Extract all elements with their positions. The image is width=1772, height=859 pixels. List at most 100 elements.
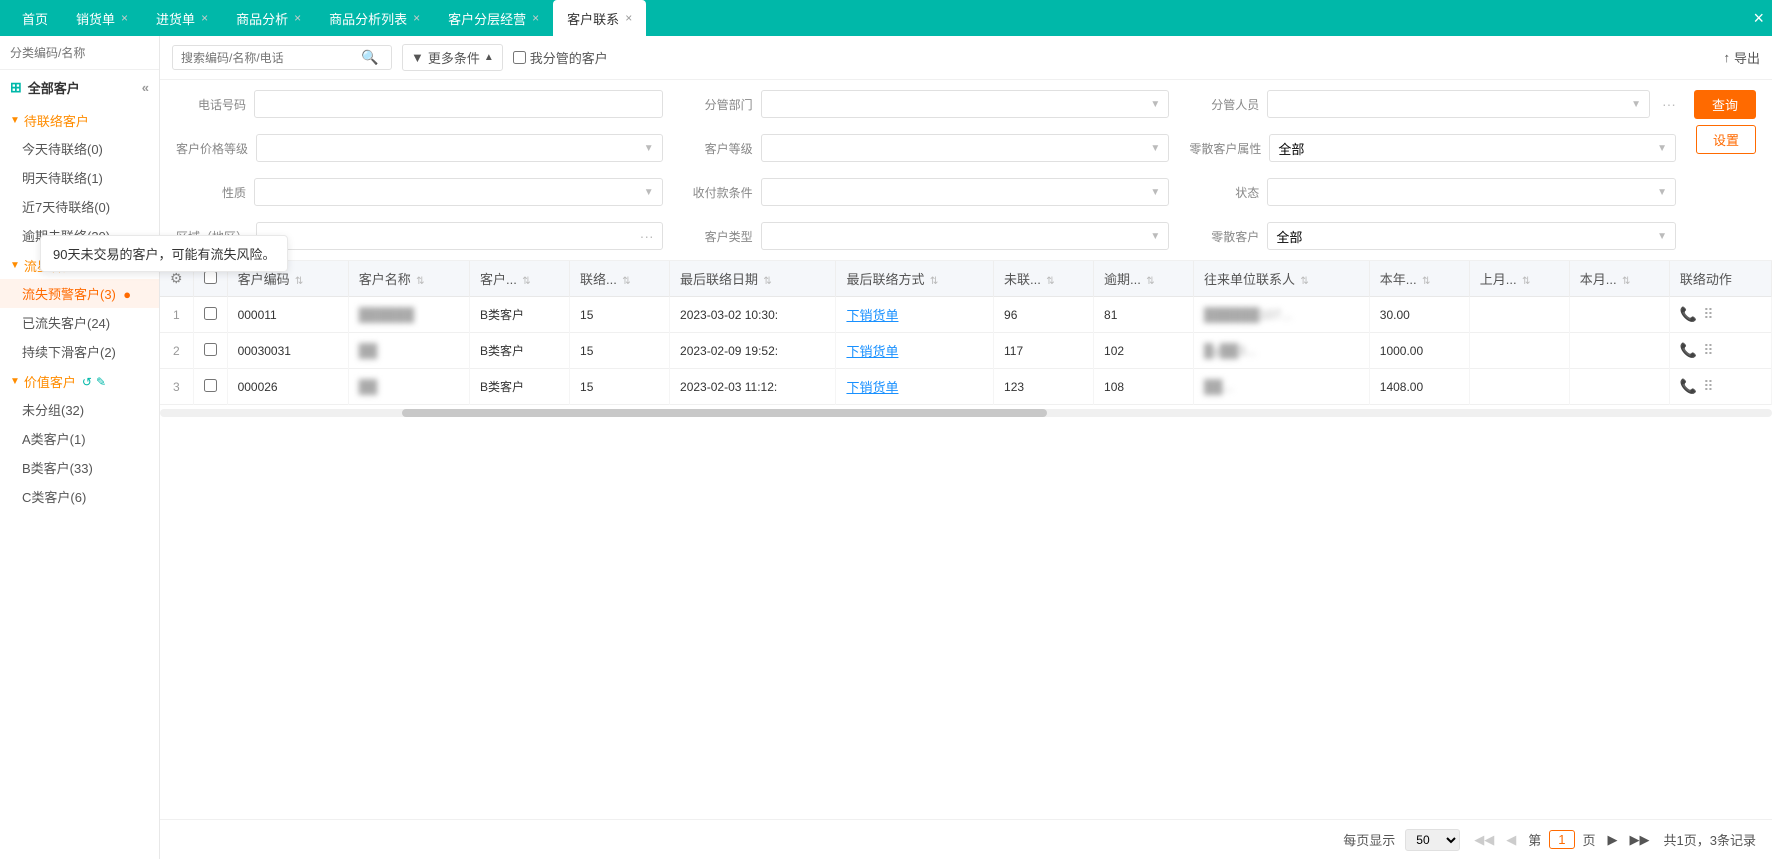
sidebar-item-7days[interactable]: 近7天待联络(0): [0, 192, 159, 221]
last-page-button[interactable]: ▶▶: [1626, 830, 1654, 850]
sort-last-month-icon[interactable]: ⇅: [1522, 276, 1530, 287]
sidebar-item-churned[interactable]: 已流失客户(24): [0, 308, 159, 337]
arrow-down-icon3: ▼: [10, 376, 20, 387]
sidebar-item-churn-warning[interactable]: 流失预警客户(3) ●: [0, 279, 159, 308]
more-actions-icon[interactable]: ⠿: [1703, 342, 1713, 359]
sidebar-item-class-b[interactable]: B类客户(33): [0, 453, 159, 482]
sidebar-group-pending[interactable]: ▼ 待联络客户: [0, 105, 159, 134]
tab-product-analysis[interactable]: 商品分析 ×: [222, 0, 315, 36]
settings-gear-icon[interactable]: ⚙: [170, 270, 183, 286]
row-last-method[interactable]: 下销货单: [836, 297, 994, 333]
sidebar-item-ungrouped[interactable]: 未分组(32): [0, 395, 159, 424]
filter-select-customer-type[interactable]: ▼: [761, 222, 1170, 250]
sidebar-all-customers[interactable]: ⊞ 全部客户 «: [0, 70, 159, 105]
tab-home[interactable]: 首页: [8, 0, 62, 36]
search-icon[interactable]: 🔍: [361, 49, 378, 66]
first-page-button[interactable]: ◀◀: [1470, 830, 1498, 850]
prev-page-button[interactable]: ◀: [1502, 830, 1520, 850]
close-tab-product-analysis-list[interactable]: ×: [413, 11, 420, 25]
close-window-icon[interactable]: ×: [1753, 8, 1764, 29]
tab-purchase[interactable]: 进货单 ×: [142, 0, 222, 36]
more-dots-person[interactable]: ···: [1662, 96, 1676, 112]
contact-icon[interactable]: 📞: [1680, 342, 1697, 359]
search-input[interactable]: [181, 51, 361, 65]
row-checkbox[interactable]: [193, 333, 227, 369]
tab-customer-layer[interactable]: 客户分层经营 ×: [434, 0, 553, 36]
sort-not-contacted-icon[interactable]: ⇅: [1046, 276, 1054, 287]
row-this-month: [1569, 297, 1669, 333]
sort-company-icon[interactable]: ⇅: [1300, 276, 1308, 287]
tab-product-analysis-list[interactable]: 商品分析列表 ×: [315, 0, 434, 36]
th-last-method: 最后联络方式 ⇅: [836, 261, 994, 297]
chevron-down-nature: ▼: [644, 187, 654, 198]
horizontal-scrollbar[interactable]: [160, 409, 1772, 417]
filter-select-grade[interactable]: ▼: [761, 134, 1170, 162]
sidebar-item-class-a[interactable]: A类客户(1): [0, 424, 159, 453]
close-tab-product-analysis[interactable]: ×: [294, 11, 301, 25]
sort-this-month-icon[interactable]: ⇅: [1622, 276, 1630, 287]
close-tab-customer-layer[interactable]: ×: [532, 11, 539, 25]
row-not-contacted: 117: [994, 333, 1094, 369]
sort-date-icon[interactable]: ⇅: [763, 276, 771, 287]
sidebar-tooltip: 90天未交易的客户，可能有流失风险。: [40, 235, 160, 272]
total-info: 共1页，3条记录: [1664, 830, 1756, 849]
sort-type-icon[interactable]: ⇅: [522, 276, 530, 287]
settings-button[interactable]: 设置: [1696, 125, 1756, 154]
filter-input-phone[interactable]: [254, 90, 663, 118]
filter-select-status[interactable]: ▼: [1267, 178, 1676, 206]
filter-select-price-grade[interactable]: ▼: [256, 134, 663, 162]
sort-code-icon[interactable]: ⇅: [295, 276, 303, 287]
sort-overdue-icon[interactable]: ⇅: [1146, 276, 1154, 287]
filter-select-region[interactable]: ···: [256, 222, 663, 250]
sort-contact-icon[interactable]: ⇅: [622, 276, 630, 287]
sidebar-search-input[interactable]: [10, 46, 160, 60]
query-button[interactable]: 查询: [1694, 90, 1756, 119]
filter-select-person[interactable]: ▼: [1267, 90, 1650, 118]
tab-sales[interactable]: 销货单 ×: [62, 0, 142, 36]
more-actions-icon[interactable]: ⠿: [1703, 378, 1713, 395]
sort-year-icon[interactable]: ⇅: [1422, 276, 1430, 287]
contact-icon[interactable]: 📞: [1680, 306, 1697, 323]
close-tab-sales[interactable]: ×: [121, 11, 128, 25]
sidebar-group-value[interactable]: ▼ 价值客户 ↺ ✎: [0, 366, 159, 395]
table-row: 3 000026 ██ B类客户 15 2023-02-03 11:12: 下销…: [160, 369, 1772, 405]
sidebar-item-today[interactable]: 今天待联络(0): [0, 134, 159, 163]
row-last-month: [1469, 369, 1569, 405]
select-all-checkbox[interactable]: [204, 271, 217, 284]
filter-label-nature: 性质: [176, 184, 246, 201]
filter-select-nature[interactable]: ▼: [254, 178, 663, 206]
filter-select-scatter[interactable]: 全部 ▼: [1267, 222, 1676, 250]
edit-icon[interactable]: ✎: [96, 375, 106, 389]
tab-customer-contact[interactable]: 客户联系 ×: [553, 0, 646, 36]
row-checkbox[interactable]: [193, 297, 227, 333]
chevron-down-grade: ▼: [1150, 143, 1160, 154]
more-filter-button[interactable]: ▼ 更多条件 ▲: [402, 44, 503, 71]
export-button[interactable]: ↑ 导出: [1723, 48, 1760, 67]
refresh-icon[interactable]: ↺: [82, 375, 92, 389]
close-tab-purchase[interactable]: ×: [201, 11, 208, 25]
filter-select-payment[interactable]: ▼: [761, 178, 1170, 206]
row-last-method[interactable]: 下销货单: [836, 333, 994, 369]
my-customer-checkbox[interactable]: 我分管的客户: [513, 48, 608, 67]
row-checkbox[interactable]: [193, 369, 227, 405]
page-size-select[interactable]: 50 100: [1405, 829, 1460, 851]
sort-name-icon[interactable]: ⇅: [416, 276, 424, 287]
sort-method-icon[interactable]: ⇅: [930, 276, 938, 287]
more-actions-icon[interactable]: ⠿: [1703, 306, 1713, 323]
per-page-label: 每页显示: [1343, 830, 1395, 849]
my-customer-check[interactable]: [513, 51, 526, 64]
close-tab-customer-contact[interactable]: ×: [625, 11, 632, 25]
tab-bar: 首页 销货单 × 进货单 × 商品分析 × 商品分析列表 × 客户分层经营 × …: [0, 0, 1772, 36]
more-dots-region[interactable]: ···: [640, 228, 654, 244]
sidebar-item-tomorrow[interactable]: 明天待联络(1): [0, 163, 159, 192]
next-page-button[interactable]: ▶: [1604, 830, 1622, 850]
sidebar-item-declining[interactable]: 持续下滑客户(2): [0, 337, 159, 366]
customer-table: ⚙ 客户编码 ⇅ 客户名称 ⇅: [160, 261, 1772, 405]
row-last-method[interactable]: 下销货单: [836, 369, 994, 405]
filter-select-scatter-attr[interactable]: 全部 ▼: [1269, 134, 1676, 162]
contact-icon[interactable]: 📞: [1680, 378, 1697, 395]
filter-select-dept[interactable]: ▼: [761, 90, 1170, 118]
sidebar-item-class-c[interactable]: C类客户(6): [0, 482, 159, 511]
collapse-icon[interactable]: «: [142, 80, 149, 95]
chevron-down-person: ▼: [1631, 99, 1641, 110]
